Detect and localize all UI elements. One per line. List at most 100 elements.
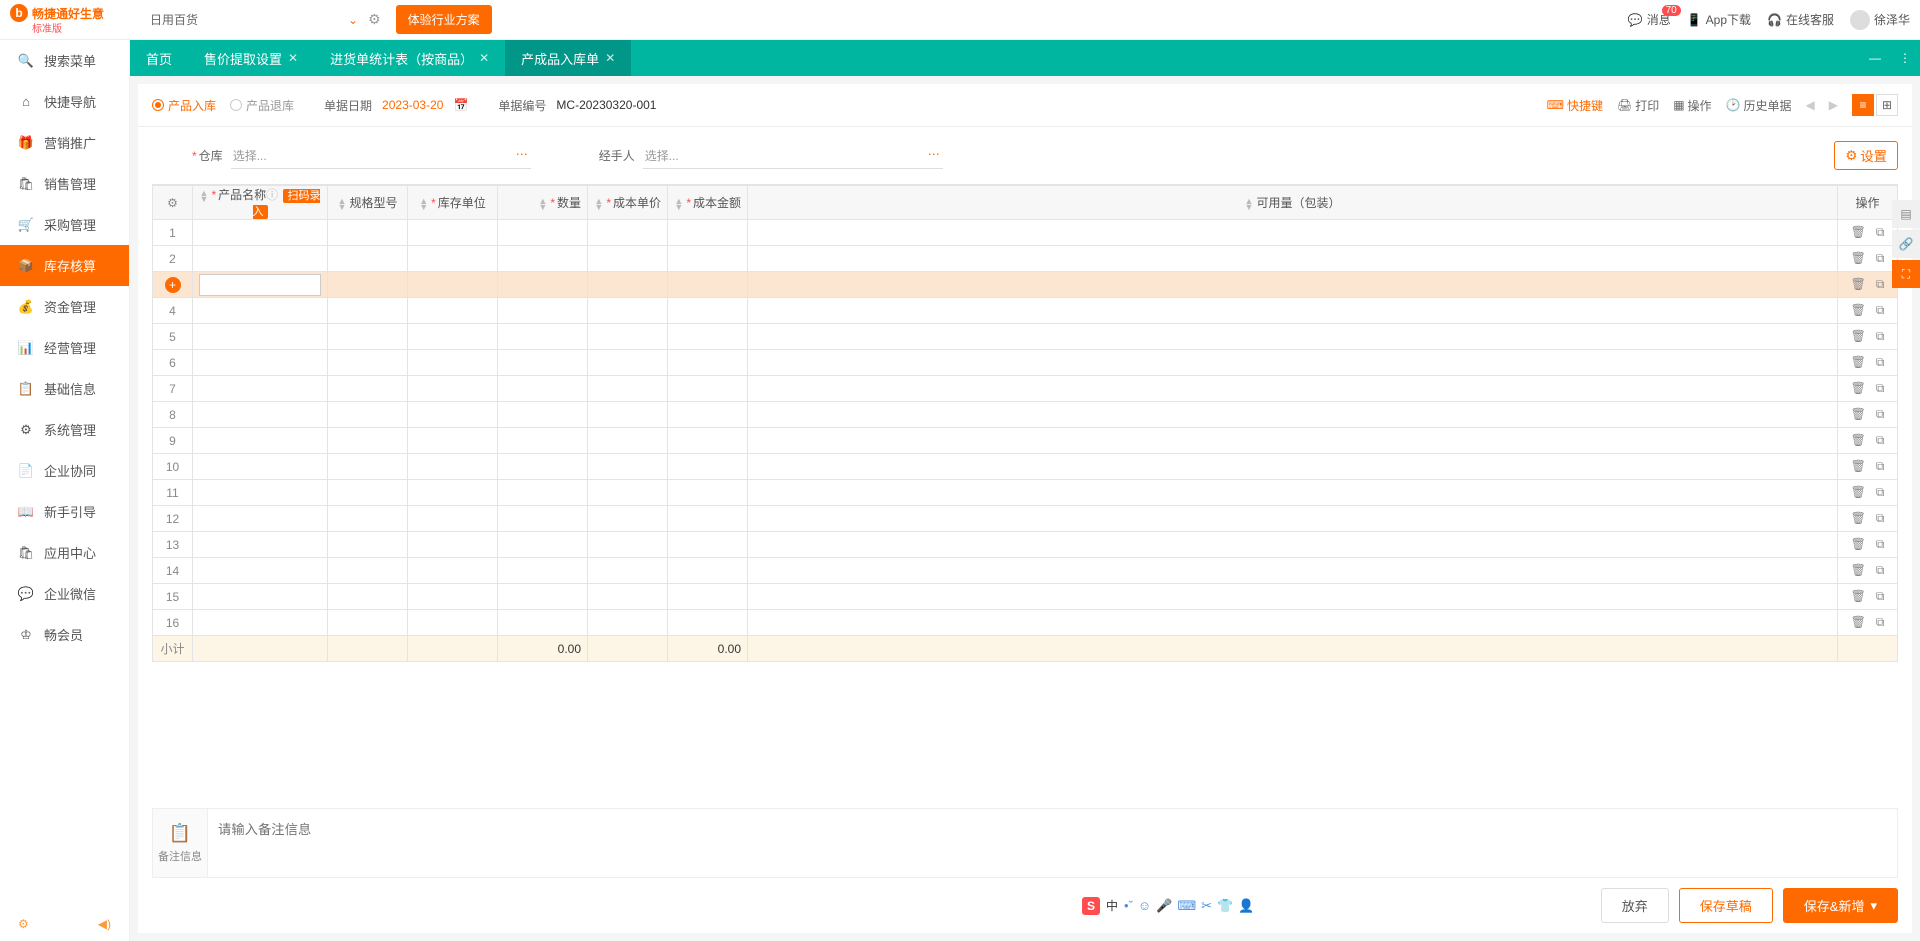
delete-icon[interactable]: 🗑 [1851,277,1866,292]
remark-input[interactable] [208,809,1897,877]
sidebar-item[interactable]: 🛍应用中心 [0,532,129,573]
copy-icon[interactable]: ⧉ [1876,433,1885,448]
delete-icon[interactable]: 🗑 [1851,381,1866,396]
ime-keyboard-icon[interactable]: ⌨ [1177,898,1196,914]
discard-button[interactable]: 放弃 [1601,888,1669,923]
table-row[interactable]: 7 🗑⧉ [153,376,1898,402]
sidebar-item[interactable]: 💬企业微信 [0,573,129,614]
copy-icon[interactable]: ⧉ [1876,511,1885,526]
delete-icon[interactable]: 🗑 [1851,615,1866,630]
delete-icon[interactable]: 🗑 [1851,537,1866,552]
shortcut-button[interactable]: ⌨快捷键 [1547,97,1603,114]
sidebar-item[interactable]: 📄企业协同 [0,450,129,491]
table-row[interactable]: 11 🗑⧉ [153,480,1898,506]
settings-button[interactable]: ⚙设置 [1834,141,1898,170]
table-row[interactable]: + 🗑 ⧉ [153,272,1898,298]
copy-icon[interactable]: ⧉ [1876,355,1885,370]
print-button[interactable]: 🖨打印 [1617,97,1659,114]
table-row[interactable]: 4 🗑⧉ [153,298,1898,324]
tab-minimize-button[interactable]: — [1860,40,1890,76]
next-icon[interactable]: ▶ [1829,98,1838,112]
copy-icon[interactable]: ⧉ [1876,485,1885,500]
table-row[interactable]: 2 🗑⧉ [153,246,1898,272]
sidebar-item[interactable]: ♔畅会员 [0,614,129,655]
date-value[interactable]: 2023-03-20 [382,98,443,112]
sidebar-item[interactable]: 🛒采购管理 [0,204,129,245]
try-plan-button[interactable]: 体验行业方案 [396,5,492,34]
th-qty[interactable]: ▲▼*数量 [498,186,588,220]
sidebar-item[interactable]: 🎁营销推广 [0,122,129,163]
view-grid-button[interactable]: ⊞ [1876,94,1898,116]
table-row[interactable]: 5 🗑⧉ [153,324,1898,350]
copy-icon[interactable]: ⧉ [1876,381,1885,396]
app-download-button[interactable]: 📱 App下载 [1687,11,1751,28]
delete-icon[interactable]: 🗑 [1851,225,1866,240]
th-settings[interactable]: ⚙ [153,186,193,220]
save-new-button[interactable]: 保存&新增▾ [1783,888,1898,923]
tab[interactable]: 售价提取设置✕ [188,40,314,76]
sidebar-item[interactable]: 🛍销售管理 [0,163,129,204]
sidebar-item[interactable]: 🔍搜索菜单 [0,40,129,81]
delete-icon[interactable]: 🗑 [1851,563,1866,578]
copy-icon[interactable]: ⧉ [1876,303,1885,318]
copy-icon[interactable]: ⧉ [1876,615,1885,630]
ime-user-icon[interactable]: 👤 [1238,898,1254,914]
tab-menu-button[interactable]: ⋮ [1890,40,1920,76]
operate-button[interactable]: ▦操作 [1673,97,1711,114]
tab[interactable]: 进货单统计表（按商品）✕ [314,40,505,76]
sidebar-item[interactable]: 💰资金管理 [0,286,129,327]
close-icon[interactable]: ✕ [479,51,489,65]
table-row[interactable]: 6 🗑⧉ [153,350,1898,376]
sidebar-item[interactable]: ⌂快捷导航 [0,81,129,122]
gear-icon[interactable]: ⚙ [18,917,29,931]
handler-select[interactable]: 选择... ⋯ [643,143,943,169]
table-row[interactable]: 12 🗑⧉ [153,506,1898,532]
delete-icon[interactable]: 🗑 [1851,329,1866,344]
table-row[interactable]: 9 🗑⧉ [153,428,1898,454]
radio-product-in[interactable]: 产品入库 [152,97,216,114]
th-available[interactable]: ▲▼可用量（包装） [748,186,1838,220]
copy-icon[interactable]: ⧉ [1876,251,1885,266]
th-amount[interactable]: ▲▼*成本金额 [668,186,748,220]
ime-mic-icon[interactable]: 🎤 [1156,898,1172,914]
copy-icon[interactable]: ⧉ [1876,459,1885,474]
delete-icon[interactable]: 🗑 [1851,433,1866,448]
copy-icon[interactable]: ⧉ [1876,537,1885,552]
ime-clip-icon[interactable]: ✂ [1201,898,1212,914]
tab[interactable]: 产成品入库单✕ [505,40,631,76]
delete-icon[interactable]: 🗑 [1851,459,1866,474]
prev-icon[interactable]: ◀ [1806,98,1815,112]
delete-icon[interactable]: 🗑 [1851,589,1866,604]
view-list-button[interactable]: ≡ [1852,94,1874,116]
radio-product-out[interactable]: 产品退库 [230,97,294,114]
copy-icon[interactable]: ⧉ [1876,589,1885,604]
table-row[interactable]: 15 🗑⧉ [153,584,1898,610]
shop-selector[interactable]: 日用百货 ⌄ [150,11,358,28]
sidebar-item[interactable]: 📖新手引导 [0,491,129,532]
copy-icon[interactable]: ⧉ [1876,225,1885,240]
table-row[interactable]: 10 🗑⧉ [153,454,1898,480]
warehouse-select[interactable]: 选择... ⋯ [231,143,531,169]
tab[interactable]: 首页 [130,40,188,76]
rail-btn-2[interactable]: 🔗 [1892,230,1920,258]
table-row[interactable]: 8 🗑⧉ [153,402,1898,428]
rail-btn-3[interactable]: ⛶ [1892,260,1920,288]
close-icon[interactable]: ✕ [605,51,615,65]
th-price[interactable]: ▲▼*成本单价 [588,186,668,220]
delete-icon[interactable]: 🗑 [1851,485,1866,500]
table-row[interactable]: 1 🗑⧉ [153,220,1898,246]
messages-button[interactable]: 💬 消息 70 [1628,11,1671,28]
copy-icon[interactable]: ⧉ [1876,277,1885,292]
table-row[interactable]: 16 🗑⧉ [153,610,1898,636]
table-row[interactable]: 13 🗑⧉ [153,532,1898,558]
th-product-name[interactable]: ▲▼*产品名称ⓘ 扫码录入 [193,186,328,220]
add-row-icon[interactable]: + [165,277,181,293]
history-button[interactable]: 🕑历史单据 [1726,97,1792,114]
user-menu[interactable]: 徐泽华 [1850,10,1910,30]
gear-icon[interactable]: ⚙ [368,11,381,28]
copy-icon[interactable]: ⧉ [1876,407,1885,422]
copy-icon[interactable]: ⧉ [1876,329,1885,344]
calendar-icon[interactable]: 📅 [453,98,468,112]
product-name-input[interactable] [199,274,321,296]
sidebar-item[interactable]: 📦库存核算 [0,245,129,286]
